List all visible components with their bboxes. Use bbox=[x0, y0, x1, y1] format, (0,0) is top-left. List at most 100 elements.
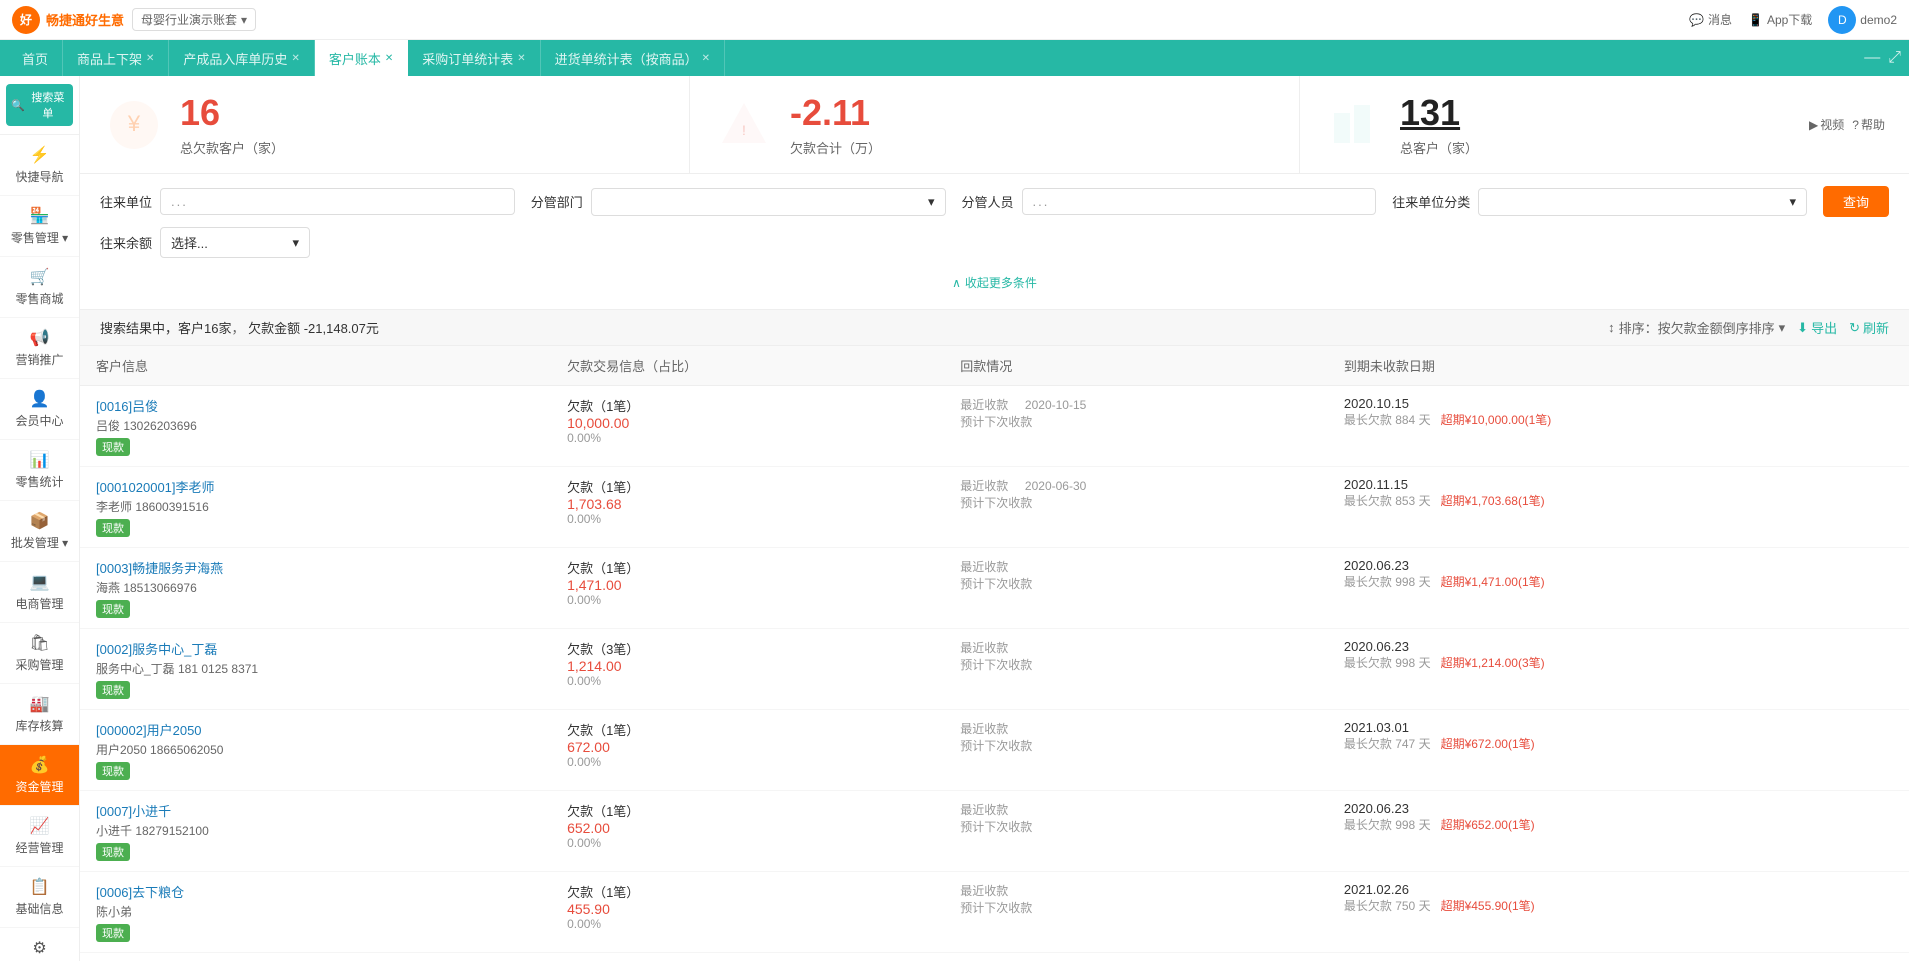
due-date-4: 2021.03.01 bbox=[1344, 720, 1893, 735]
next-label-3: 预计下次收款 bbox=[960, 656, 1312, 673]
debt-count-5: 欠款（1笔） bbox=[567, 801, 928, 820]
overdue-link-4[interactable]: 超期¥672.00(1笔) bbox=[1441, 737, 1535, 751]
tab-minimize-icon[interactable]: — bbox=[1864, 49, 1880, 67]
sidebar-item-batch-mgmt[interactable]: 📦 批发管理 ▾ bbox=[0, 501, 79, 562]
overdue-link-2[interactable]: 超期¥1,471.00(1笔) bbox=[1441, 575, 1545, 589]
sort-label: 排序：按欠款金额倒序排序 bbox=[1619, 318, 1775, 337]
tab-orders-close[interactable]: ✕ bbox=[517, 53, 525, 64]
tab-products[interactable]: 商品上下架 ✕ bbox=[63, 40, 169, 76]
customer-name-2[interactable]: [0003]畅捷服务尹海燕 bbox=[96, 558, 535, 577]
debt-count-2: 欠款（1笔） bbox=[567, 558, 928, 577]
tab-accounts[interactable]: 客户账本 ✕ bbox=[315, 40, 408, 76]
collapse-btn[interactable]: ∧ 收起更多条件 bbox=[100, 268, 1889, 297]
tab-expand-icon[interactable]: ⤢ bbox=[1888, 49, 1901, 67]
filter-select-balance[interactable]: 选择... ▾ bbox=[160, 227, 310, 258]
debt-pct-1: 0.00% bbox=[567, 512, 928, 526]
sidebar-item-member[interactable]: 👤 会员中心 bbox=[0, 379, 79, 440]
stat-value-total-debt: -2.11 bbox=[790, 92, 1275, 134]
next-label-0: 预计下次收款 bbox=[960, 413, 1312, 430]
sort-button[interactable]: ↕ 排序：按欠款金额倒序排序 ▾ bbox=[1608, 318, 1785, 337]
app-download-action[interactable]: 📱 App下载 bbox=[1748, 11, 1812, 28]
refresh-button[interactable]: ↻ 刷新 bbox=[1849, 318, 1889, 337]
col-header-customer: 客户信息 bbox=[80, 346, 551, 386]
user-name: demo2 bbox=[1860, 13, 1897, 27]
customer-name-5[interactable]: [0007]小进千 bbox=[96, 801, 535, 820]
filter-input-person[interactable]: ... bbox=[1022, 188, 1377, 215]
tab-accounts-close[interactable]: ✕ bbox=[385, 53, 393, 64]
sidebar-search-label: 搜索菜单 bbox=[28, 89, 68, 121]
debt-amount-1[interactable]: 1,703.68 bbox=[567, 496, 928, 512]
sidebar-item-ops[interactable]: 📈 经营管理 bbox=[0, 806, 79, 867]
sidebar-item-base[interactable]: 📋 基础信息 bbox=[0, 867, 79, 928]
overdue-link-0[interactable]: 超期¥10,000.00(1笔) bbox=[1441, 413, 1552, 427]
sidebar-item-sys[interactable]: ⚙ 系统管理 bbox=[0, 928, 79, 961]
sidebar-item-inventory-label: 库存核算 bbox=[15, 717, 63, 734]
debt-count-0: 欠款（1笔） bbox=[567, 396, 928, 415]
avatar: D bbox=[1828, 6, 1856, 34]
cell-customer-1: [0001020001]李老师 李老师 18600391516 现款 bbox=[80, 467, 551, 548]
message-action[interactable]: 💬 消息 bbox=[1689, 11, 1732, 28]
next-label-1: 预计下次收款 bbox=[960, 494, 1312, 511]
customer-name-4[interactable]: [000002]用户2050 bbox=[96, 720, 535, 739]
sidebar-item-ops-label: 经营管理 bbox=[15, 839, 63, 856]
video-action[interactable]: ▶ 视频 bbox=[1809, 116, 1844, 133]
customer-name-3[interactable]: [0002]服务中心_丁磊 bbox=[96, 639, 535, 658]
tab-inbound[interactable]: 产成品入库单历史 ✕ bbox=[169, 40, 314, 76]
debt-amount-5[interactable]: 652.00 bbox=[567, 820, 928, 836]
next-label-6: 预计下次收款 bbox=[960, 899, 1312, 916]
sidebar-search: 🔍 搜索菜单 bbox=[0, 76, 79, 135]
filter-select-category-arrow: ▾ bbox=[1789, 194, 1796, 210]
export-button[interactable]: ⬇ 导出 bbox=[1797, 318, 1837, 337]
cell-debt-3: 欠款（3笔） 1,214.00 0.00% bbox=[551, 629, 944, 710]
user-action[interactable]: D demo2 bbox=[1828, 6, 1897, 34]
sidebar-item-quick-nav[interactable]: ⚡ 快捷导航 bbox=[0, 135, 79, 196]
sidebar-item-retail-mgmt[interactable]: 🏪 零售管理 ▾ bbox=[0, 196, 79, 257]
result-actions: ↕ 排序：按欠款金额倒序排序 ▾ ⬇ 导出 ↻ 刷新 bbox=[1608, 318, 1889, 337]
overdue-link-6[interactable]: 超期¥455.90(1笔) bbox=[1441, 899, 1535, 913]
tab-inbound-stats[interactable]: 进货单统计表（按商品） ✕ bbox=[541, 40, 725, 76]
sidebar-item-retail-mall[interactable]: 🛒 零售商城 bbox=[0, 257, 79, 318]
recent-label-2: 最近收款 bbox=[960, 558, 1312, 575]
debt-amount-0[interactable]: 10,000.00 bbox=[567, 415, 928, 431]
tab-bar-actions: — ⤢ bbox=[1864, 49, 1901, 67]
tab-inbound-stats-close[interactable]: ✕ bbox=[702, 53, 710, 64]
purchase-icon: 🛍 bbox=[29, 633, 49, 653]
cell-repayment-2: 最近收款 预计下次收款 bbox=[944, 548, 1328, 629]
sidebar-item-inventory[interactable]: 🏭 库存核算 bbox=[0, 684, 79, 745]
customer-name-0[interactable]: [0016]吕俊 bbox=[96, 396, 535, 415]
sidebar-search-button[interactable]: 🔍 搜索菜单 bbox=[6, 84, 73, 126]
filter-input-unit[interactable]: ... bbox=[160, 188, 515, 215]
store-selector[interactable]: 母婴行业演示账套 ▾ bbox=[132, 8, 256, 31]
tab-orders[interactable]: 采购订单统计表 ✕ bbox=[408, 40, 540, 76]
customer-tag-6: 现款 bbox=[96, 924, 130, 942]
overdue-link-3[interactable]: 超期¥1,214.00(3笔) bbox=[1441, 656, 1545, 670]
customer-name-1[interactable]: [0001020001]李老师 bbox=[96, 477, 535, 496]
sidebar-item-finance[interactable]: 💰 资金管理 bbox=[0, 745, 79, 806]
tab-home[interactable]: 首页 bbox=[8, 40, 63, 76]
filter-select-category[interactable]: ▾ bbox=[1478, 188, 1807, 216]
table-row: [0001020001]李老师 李老师 18600391516 现款 欠款（1笔… bbox=[80, 467, 1909, 548]
help-action[interactable]: ? 帮助 bbox=[1852, 116, 1885, 133]
sidebar-item-purchase[interactable]: 🛍 采购管理 bbox=[0, 623, 79, 684]
sidebar-item-retail-stats[interactable]: 📊 零售统计 bbox=[0, 440, 79, 501]
due-date-2: 2020.06.23 bbox=[1344, 558, 1893, 573]
customer-name-6[interactable]: [0006]去下粮仓 bbox=[96, 882, 535, 901]
debt-amount-3[interactable]: 1,214.00 bbox=[567, 658, 928, 674]
stat-card-total-debt: ! -2.11 欠款合计（万） bbox=[690, 76, 1300, 173]
tab-inbound-close[interactable]: ✕ bbox=[291, 53, 299, 64]
debt-amount-4[interactable]: 672.00 bbox=[567, 739, 928, 755]
debt-amount-6[interactable]: 455.90 bbox=[567, 901, 928, 917]
filter-select-dept[interactable]: ▾ bbox=[591, 188, 946, 216]
tab-products-close[interactable]: ✕ bbox=[146, 53, 154, 64]
sidebar-item-ecom[interactable]: 💻 电商管理 bbox=[0, 562, 79, 623]
cell-customer-4: [000002]用户2050 用户2050 18665062050 现款 bbox=[80, 710, 551, 791]
overdue-link-1[interactable]: 超期¥1,703.68(1笔) bbox=[1441, 494, 1545, 508]
sidebar-item-marketing[interactable]: 📢 营销推广 bbox=[0, 318, 79, 379]
overdue-link-5[interactable]: 超期¥652.00(1笔) bbox=[1441, 818, 1535, 832]
refresh-icon: ↻ bbox=[1849, 320, 1860, 336]
base-icon: 📋 bbox=[30, 877, 50, 897]
top-bar-right: 💬 消息 📱 App下载 D demo2 bbox=[1689, 6, 1897, 34]
query-button[interactable]: 查询 bbox=[1823, 186, 1889, 217]
sidebar-item-retail-stats-label: 零售统计 bbox=[15, 473, 63, 490]
debt-amount-2[interactable]: 1,471.00 bbox=[567, 577, 928, 593]
